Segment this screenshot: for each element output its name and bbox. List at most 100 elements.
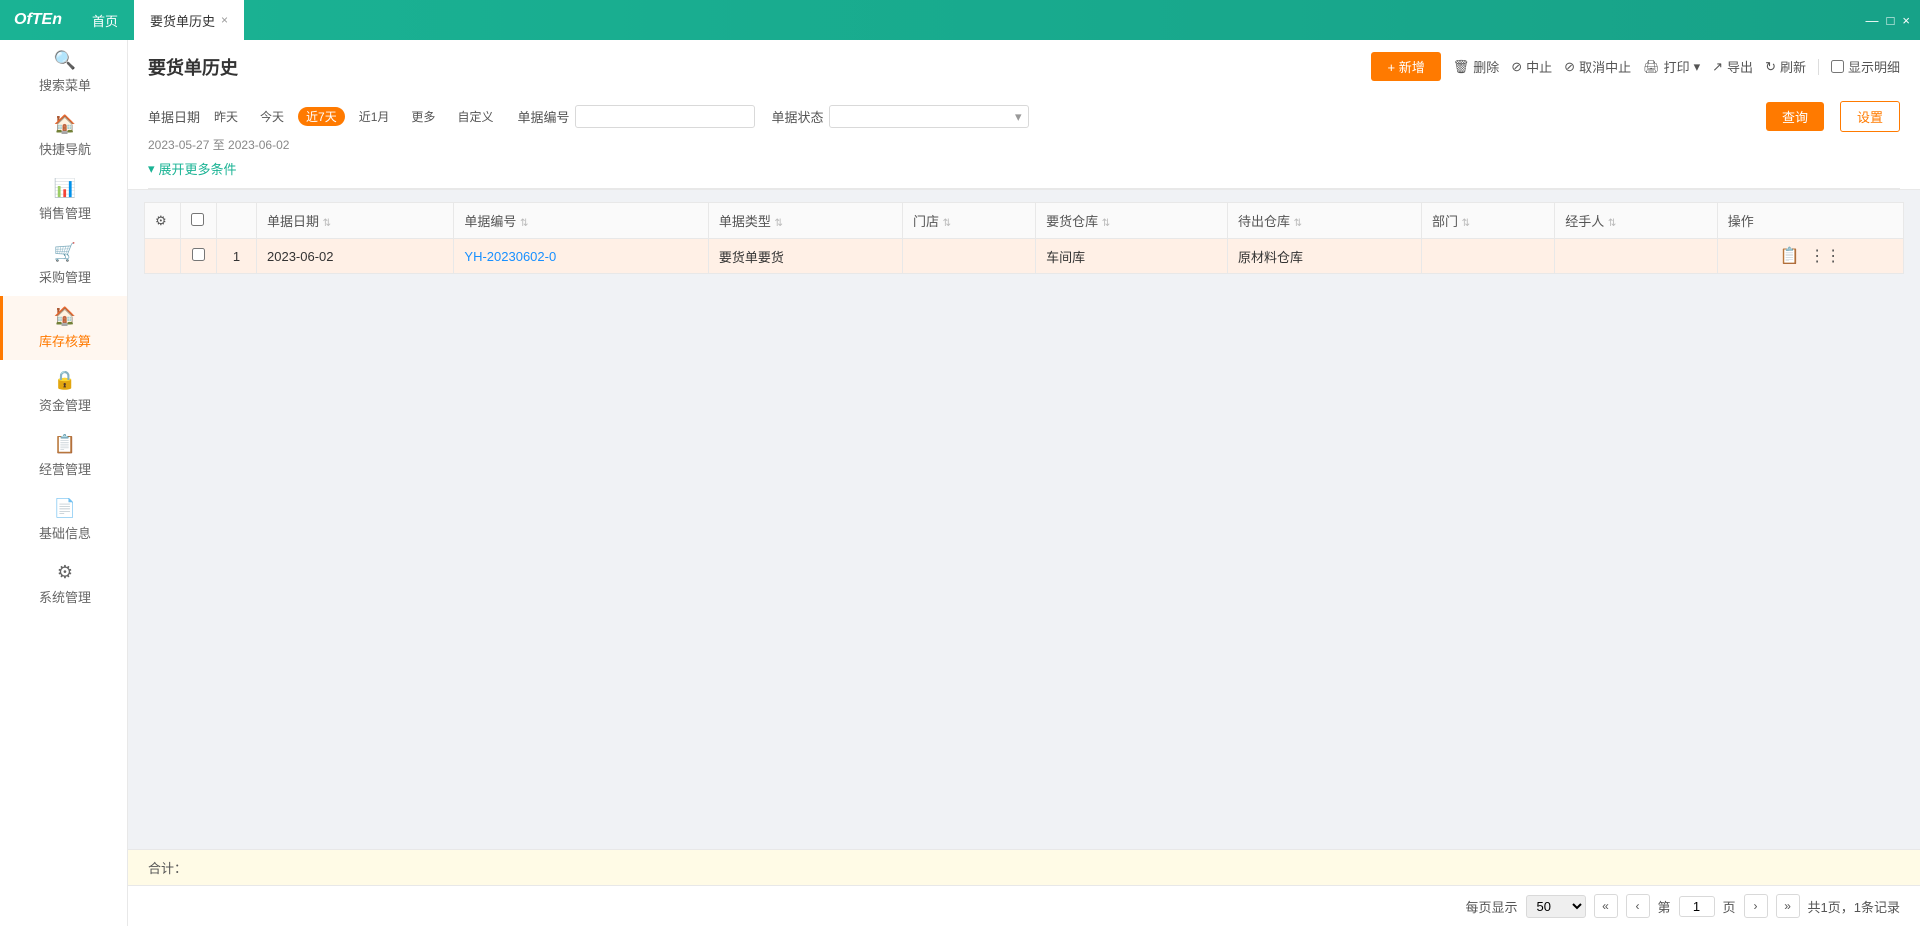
print-button[interactable]: 🖨 打印 ▾ (1643, 57, 1700, 76)
export-icon: ↗ (1712, 59, 1723, 75)
refresh-button[interactable]: ↻ 刷新 (1765, 57, 1806, 76)
page-label: 第 (1658, 897, 1671, 916)
operations-icon: 📋 (54, 434, 76, 455)
expand-more-btn[interactable]: ▾ 展开更多条件 (148, 159, 1900, 178)
sidebar-label-baseinfo: 基础信息 (39, 523, 91, 542)
col-doc-date[interactable]: 单据日期 ⇅ (257, 203, 454, 239)
col-settings[interactable]: ⚙ (145, 203, 181, 239)
sidebar-item-finance[interactable]: 🔒 资金管理 (0, 360, 127, 424)
first-page-btn[interactable]: « (1594, 894, 1618, 918)
filter-bar: 单据日期 昨天 今天 近7天 近1月 更多 自定义 单据编号 (148, 91, 1900, 189)
query-button[interactable]: 查询 (1766, 102, 1824, 131)
col-store[interactable]: 门店 ⇅ (902, 203, 1035, 239)
delete-button[interactable]: 🗑 删除 (1453, 57, 1500, 76)
sidebar-item-sales[interactable]: 📊 销售管理 (0, 168, 127, 232)
col-department[interactable]: 部门 ⇅ (1422, 203, 1555, 239)
sort-icon-pendingwh: ⇅ (1294, 218, 1302, 229)
sidebar-item-inventory[interactable]: 🏠 库存核算 (0, 296, 127, 360)
display-cell-button[interactable]: 显示明细 (1831, 57, 1900, 76)
select-all-checkbox[interactable] (191, 213, 204, 226)
search-menu-icon: 🔍 (54, 50, 76, 71)
sales-icon: 📊 (54, 178, 76, 199)
col-num (217, 203, 257, 239)
expand-icon: ▾ (148, 161, 155, 177)
date-range-row: 2023-05-27 至 2023-06-02 (148, 136, 1900, 153)
doc-no-input[interactable] (575, 105, 755, 128)
sidebar-item-baseinfo[interactable]: 📄 基础信息 (0, 488, 127, 552)
sidebar-item-purchase[interactable]: 🛒 采购管理 (0, 232, 127, 296)
sidebar-item-system[interactable]: ⚙ 系统管理 (0, 552, 127, 616)
tab-close-icon[interactable]: × (221, 13, 228, 27)
page-title-row: 要货单历史 + 新增 🗑 删除 ⊘ 中止 ⊘ 取消中止 (148, 52, 1900, 81)
row-edit-icon[interactable]: 📋 (1780, 248, 1800, 265)
sort-icon-handler: ⇅ (1608, 218, 1616, 229)
sidebar-label-search: 搜索菜单 (39, 75, 91, 94)
chip-7days[interactable]: 近7天 (298, 107, 345, 126)
sidebar-label-inventory: 库存核算 (39, 331, 91, 350)
row-handler-cell (1555, 239, 1718, 274)
pagination-bar: 每页显示 50 10 20 100 « ‹ 第 页 › » 共1页，1条记录 (128, 885, 1920, 926)
col-doc-no[interactable]: 单据编号 ⇅ (454, 203, 708, 239)
col-req-warehouse[interactable]: 要货仓库 ⇅ (1036, 203, 1228, 239)
row-action-cell: 📋 ⋮⋮ (1717, 239, 1903, 274)
print-icon: 🖨 (1643, 59, 1660, 75)
stop-button[interactable]: ⊘ 中止 (1511, 57, 1552, 76)
main-layout: 🔍 搜索菜单 🏠 快捷导航 📊 销售管理 🛒 采购管理 🏠 库存核算 🔒 资金管… (0, 40, 1920, 926)
chip-custom[interactable]: 自定义 (449, 107, 501, 126)
chip-yesterday[interactable]: 昨天 (206, 107, 246, 126)
sort-icon-store: ⇅ (943, 218, 951, 229)
cancel-stop-button[interactable]: ⊘ 取消中止 (1564, 57, 1631, 76)
prev-page-btn[interactable]: ‹ (1626, 894, 1650, 918)
data-table: ⚙ 单据日期 ⇅ 单据编号 ⇅ (144, 202, 1904, 274)
footer-total: 合计： (128, 849, 1920, 885)
next-page-btn[interactable]: › (1744, 894, 1768, 918)
tab-requisition-history[interactable]: 要货单历史 × (134, 0, 244, 40)
col-action: 操作 (1717, 203, 1903, 239)
toolbar: + 新增 🗑 删除 ⊘ 中止 ⊘ 取消中止 🖨 打 (1371, 52, 1900, 81)
finance-icon: 🔒 (54, 370, 76, 391)
refresh-icon: ↻ (1765, 59, 1776, 75)
sort-icon-reqwh: ⇅ (1102, 218, 1110, 229)
date-filter-label: 单据日期 (148, 107, 200, 126)
sidebar-label-quicknav: 快捷导航 (39, 139, 91, 158)
chip-more[interactable]: 更多 (403, 107, 443, 126)
maximize-btn[interactable]: □ (1887, 13, 1895, 28)
status-select-wrapper (829, 105, 1029, 128)
row-date-cell: 2023-06-02 (257, 239, 454, 274)
display-cell-checkbox[interactable] (1831, 60, 1844, 73)
chip-1month[interactable]: 近1月 (351, 107, 398, 126)
top-bar: OfTEn 首页 要货单历史 × — □ × (0, 0, 1920, 40)
sidebar-item-search[interactable]: 🔍 搜索菜单 (0, 40, 127, 104)
close-btn[interactable]: × (1902, 13, 1910, 28)
top-bar-right: — □ × (1866, 13, 1920, 28)
tab-home[interactable]: 首页 (76, 0, 134, 40)
sort-icon-date: ⇅ (323, 218, 331, 229)
sidebar: 🔍 搜索菜单 🏠 快捷导航 📊 销售管理 🛒 采购管理 🏠 库存核算 🔒 资金管… (0, 40, 128, 926)
col-pending-warehouse[interactable]: 待出仓库 ⇅ (1227, 203, 1421, 239)
add-button[interactable]: + 新增 (1371, 52, 1440, 81)
total-label: 合计： (148, 861, 187, 876)
col-handler[interactable]: 经手人 ⇅ (1555, 203, 1718, 239)
last-page-btn[interactable]: » (1776, 894, 1800, 918)
settings-button[interactable]: 设置 (1840, 101, 1900, 132)
page-size-select[interactable]: 50 10 20 100 (1526, 895, 1586, 918)
export-button[interactable]: ↗ 导出 (1712, 57, 1753, 76)
status-label: 单据状态 (771, 107, 823, 126)
row-docno-cell: YH-20230602-0 (454, 239, 708, 274)
sidebar-label-finance: 资金管理 (39, 395, 91, 414)
sidebar-item-operations[interactable]: 📋 经营管理 (0, 424, 127, 488)
row-pendingwh-cell: 原材料仓库 (1227, 239, 1421, 274)
row-dept-cell (1422, 239, 1555, 274)
status-filter: 单据状态 (771, 105, 1029, 128)
row-checkbox[interactable] (192, 248, 205, 261)
page-input[interactable] (1679, 896, 1715, 917)
minimize-btn[interactable]: — (1866, 13, 1879, 28)
sidebar-label-purchase: 采购管理 (39, 267, 91, 286)
col-doc-type[interactable]: 单据类型 ⇅ (708, 203, 902, 239)
page-title: 要货单历史 (148, 54, 238, 80)
sidebar-item-quicknav[interactable]: 🏠 快捷导航 (0, 104, 127, 168)
status-select[interactable] (829, 105, 1029, 128)
row-docno-link[interactable]: YH-20230602-0 (464, 249, 556, 264)
chip-today[interactable]: 今天 (252, 107, 292, 126)
row-detail-icon[interactable]: ⋮⋮ (1809, 248, 1841, 265)
